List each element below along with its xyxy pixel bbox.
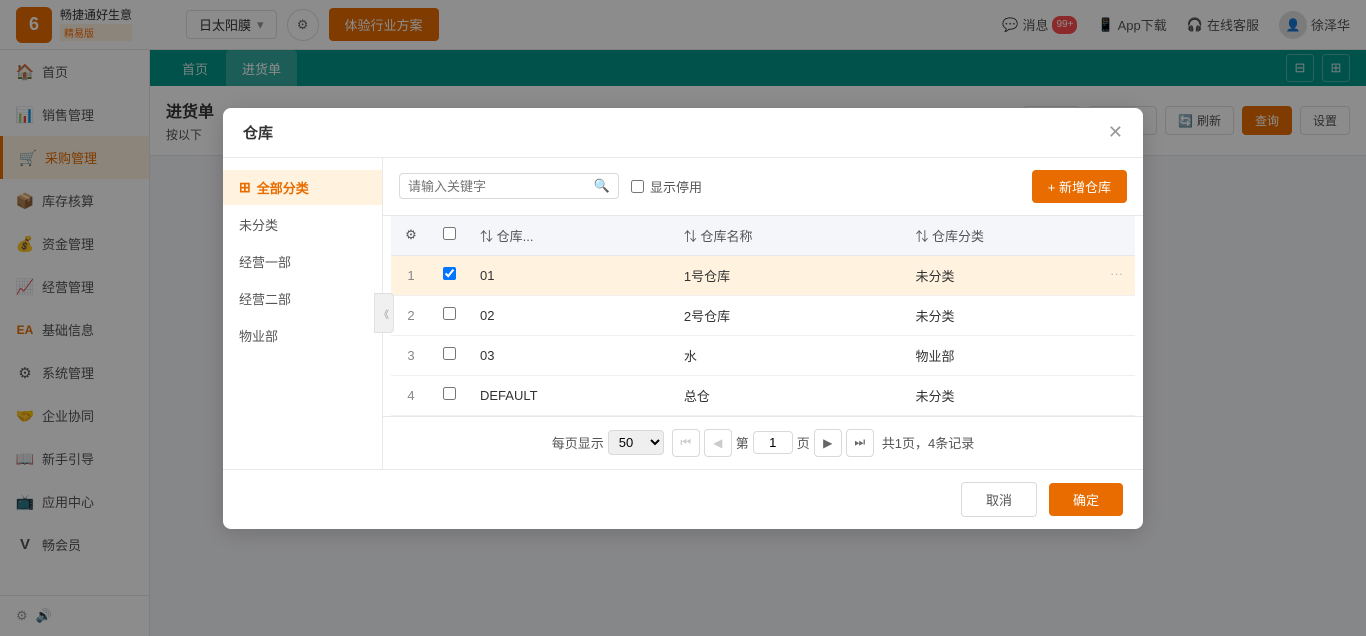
category-item-ops2[interactable]: 经营二部: [223, 281, 382, 316]
page-suffix: 页: [797, 433, 810, 452]
dialog-body: ⊞ 全部分类 未分类 经营一部 经营二部 物业部 《: [223, 158, 1143, 469]
dialog-close-button[interactable]: ✕: [1108, 123, 1123, 141]
dialog-toolbar: 🔍 显示停用 + 新增仓库: [383, 158, 1143, 216]
category-label: 全部分类: [257, 178, 309, 197]
row-name: 总仓: [672, 375, 904, 415]
row-checkbox-cell: [431, 375, 468, 415]
row-checkbox[interactable]: [443, 387, 456, 400]
next-page-button[interactable]: ▶: [814, 429, 842, 457]
show-disabled-label: 显示停用: [650, 177, 702, 196]
row-checkbox[interactable]: [443, 307, 456, 320]
add-warehouse-button[interactable]: + 新增仓库: [1032, 170, 1127, 203]
category-item-property[interactable]: 物业部: [223, 318, 382, 353]
category-collapse-button[interactable]: 《: [374, 293, 394, 333]
row-number: 2: [391, 295, 431, 335]
category-label: 未分类: [239, 215, 278, 234]
page-size-dropdown[interactable]: 50 10 20 100: [608, 430, 664, 455]
row-name: 水: [672, 335, 904, 375]
dialog-pagination: 每页显示 50 10 20 100 ⏮ ◀ 第: [383, 416, 1143, 469]
row-checkbox-cell: [431, 295, 468, 335]
category-item-ops1[interactable]: 经营一部: [223, 244, 382, 279]
first-page-button[interactable]: ⏮: [672, 429, 700, 457]
row-action-icon[interactable]: ···: [1110, 266, 1123, 281]
row-category: 物业部: [903, 335, 1135, 375]
row-code: 01: [468, 255, 672, 295]
warehouse-dialog: 仓库 ✕ ⊞ 全部分类 未分类 经营一部 经营二部: [223, 108, 1143, 529]
col-category: ⇅ 仓库分类: [903, 216, 1135, 256]
row-number: 1: [391, 255, 431, 295]
dialog-main: 🔍 显示停用 + 新增仓库 ⚙: [383, 158, 1143, 469]
row-category: 未分类: [903, 375, 1135, 415]
col-code: ⇅ 仓库...: [468, 216, 672, 256]
col-name: ⇅ 仓库名称: [672, 216, 904, 256]
row-name: 2号仓库: [672, 295, 904, 335]
page-size-label: 每页显示: [552, 433, 604, 452]
search-icon[interactable]: 🔍: [594, 178, 610, 194]
page-number-input[interactable]: [753, 431, 793, 454]
dialog-header: 仓库 ✕: [223, 108, 1143, 158]
dialog-title: 仓库: [243, 122, 273, 143]
row-checkbox[interactable]: [443, 267, 456, 280]
warehouse-table: ⚙ ⇅ 仓库... ⇅ 仓库名称 ⇅ 仓库分类: [391, 216, 1135, 416]
show-disabled-checkbox[interactable]: [631, 180, 644, 193]
category-sidebar: ⊞ 全部分类 未分类 经营一部 经营二部 物业部 《: [223, 158, 383, 469]
total-info: 共1页，4条记录: [882, 433, 974, 452]
table-row[interactable]: 3 03 水 物业部: [391, 335, 1135, 375]
row-category: 未分类···: [903, 255, 1135, 295]
show-disabled-option: 显示停用: [631, 177, 702, 196]
chevron-left-icon: 《: [379, 306, 389, 321]
prev-page-button[interactable]: ◀: [704, 429, 732, 457]
warehouse-table-wrap: ⚙ ⇅ 仓库... ⇅ 仓库名称 ⇅ 仓库分类: [383, 216, 1143, 416]
dialog-overlay: 仓库 ✕ ⊞ 全部分类 未分类 经营一部 经营二部: [0, 0, 1366, 636]
search-input[interactable]: [408, 179, 588, 194]
category-item-all[interactable]: ⊞ 全部分类: [223, 170, 382, 205]
table-row[interactable]: 4 DEFAULT 总仓 未分类: [391, 375, 1135, 415]
category-label: 经营一部: [239, 252, 291, 271]
row-checkbox-cell: [431, 255, 468, 295]
page-label: 第: [736, 433, 749, 452]
table-row[interactable]: 2 02 2号仓库 未分类: [391, 295, 1135, 335]
row-number: 3: [391, 335, 431, 375]
row-code: 03: [468, 335, 672, 375]
row-code: DEFAULT: [468, 375, 672, 415]
page-size-select: 每页显示 50 10 20 100: [552, 430, 664, 455]
row-number: 4: [391, 375, 431, 415]
page-input-area: 第 页: [736, 431, 810, 454]
category-label: 物业部: [239, 326, 278, 345]
last-page-button[interactable]: ⏭: [846, 429, 874, 457]
page-navigation: ⏮ ◀ 第 页 ▶ ⏭: [672, 429, 874, 457]
category-item-uncategorized[interactable]: 未分类: [223, 207, 382, 242]
row-checkbox[interactable]: [443, 347, 456, 360]
category-label: 经营二部: [239, 289, 291, 308]
row-category: 未分类: [903, 295, 1135, 335]
row-code: 02: [468, 295, 672, 335]
grid-icon: ⊞: [239, 179, 251, 196]
col-settings: ⚙: [391, 216, 431, 256]
row-checkbox-cell: [431, 335, 468, 375]
select-all-checkbox[interactable]: [443, 227, 456, 240]
confirm-button[interactable]: 确定: [1049, 483, 1123, 516]
table-header-row: ⚙ ⇅ 仓库... ⇅ 仓库名称 ⇅ 仓库分类: [391, 216, 1135, 256]
dialog-footer: 取消 确定: [223, 469, 1143, 529]
cancel-button[interactable]: 取消: [961, 482, 1037, 517]
col-checkbox: [431, 216, 468, 256]
table-row[interactable]: 1 01 1号仓库 未分类···: [391, 255, 1135, 295]
row-name: 1号仓库: [672, 255, 904, 295]
search-box: 🔍: [399, 173, 619, 199]
